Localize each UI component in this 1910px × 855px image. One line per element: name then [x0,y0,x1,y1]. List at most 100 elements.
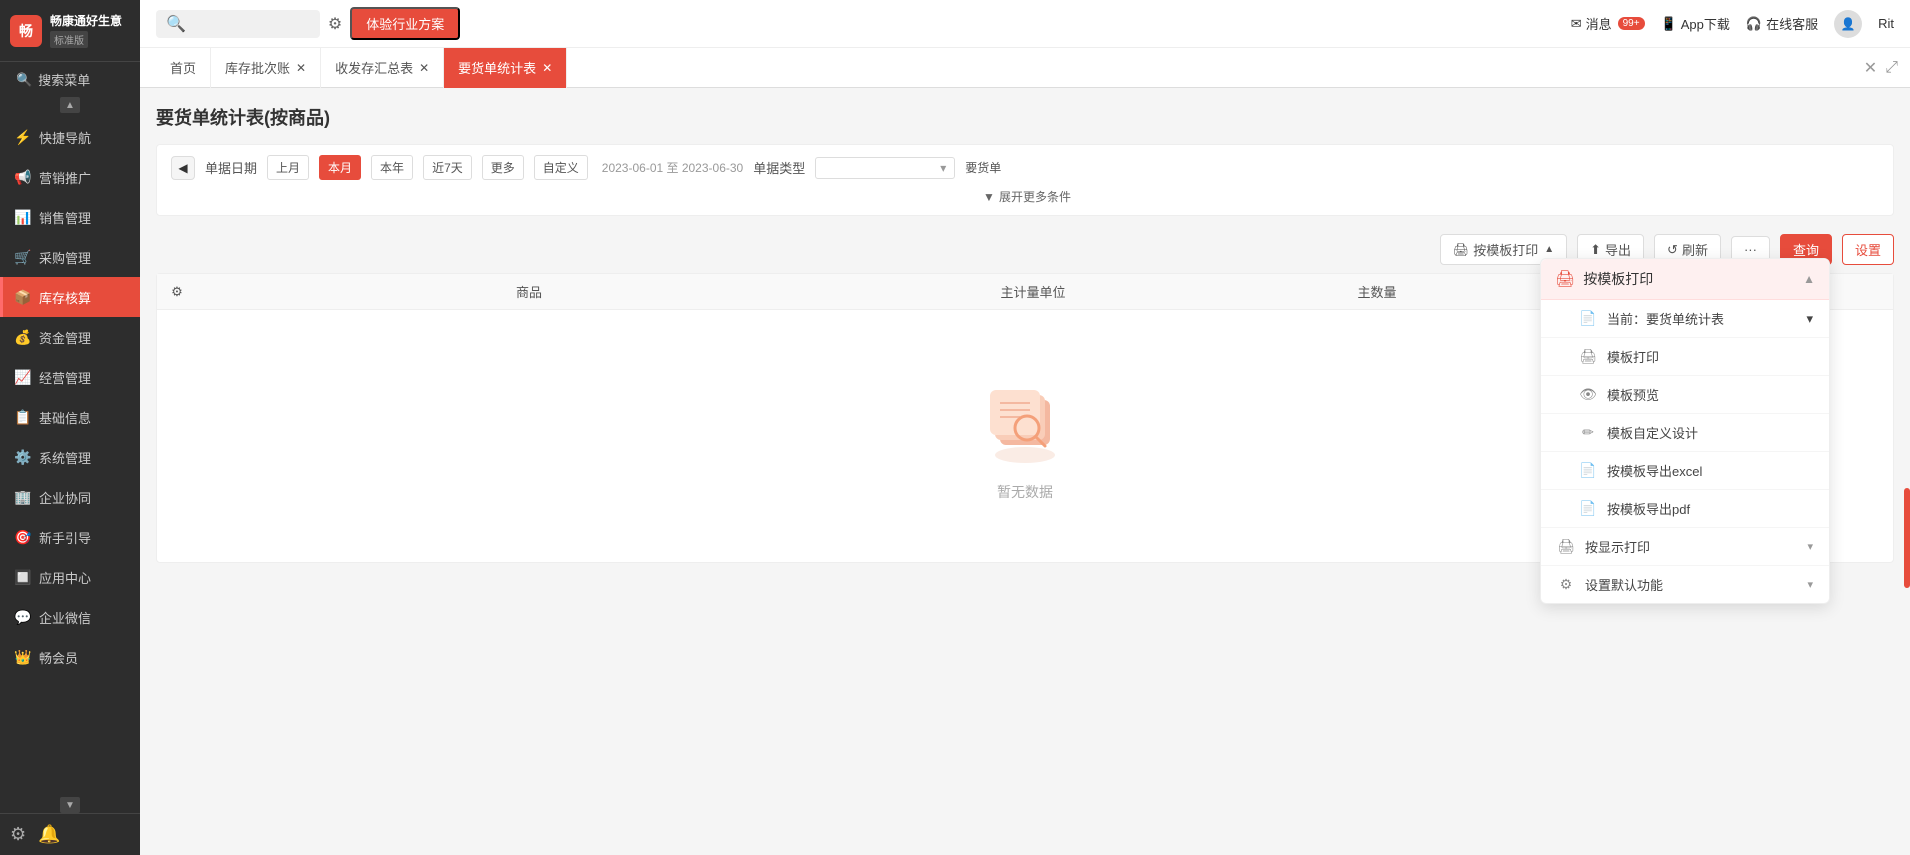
main-area: 🔍 ⚙ 体验行业方案 ✉ 消息 99+ 📱 App下载 🎧 在线客服 👤 Rit [140,0,1910,855]
dropdown-collapse-icon[interactable]: ▲ [1803,272,1815,286]
sidebar-logo-icon: 畅 [10,15,42,47]
filter-expand-more[interactable]: ▼ 展开更多条件 [171,188,1879,205]
sidebar-item-wechat[interactable]: 💬 企业微信 [0,597,140,637]
tab-receipt-summary-close[interactable]: ✕ [419,61,429,75]
date-btn-this-month[interactable]: 本月 [319,155,361,180]
dropdown-current-template[interactable]: 📄 当前：要货单统计表 ▾ [1541,300,1829,338]
tab-maximize-icon[interactable]: ⤢ [1885,59,1898,77]
trial-button[interactable]: 体验行业方案 [350,7,460,40]
sidebar-item-newbie[interactable]: 🎯 新手引导 [0,517,140,557]
tab-order-summary-close[interactable]: ✕ [542,61,552,75]
sidebar-item-operations[interactable]: 📈 经营管理 [0,357,140,397]
sidebar-item-app-center[interactable]: 🔲 应用中心 [0,557,140,597]
topbar-search-input[interactable] [190,16,310,31]
user-name: Rit [1878,16,1894,31]
search-icon: 🔍 [16,72,32,88]
tab-home[interactable]: 首页 [156,48,211,88]
sidebar-item-purchase[interactable]: 🛒 采购管理 [0,237,140,277]
settings-footer-icon[interactable]: ⚙ [10,824,26,845]
dropdown-header-title: 按模板打印 [1583,269,1803,289]
topbar-gear-icon[interactable]: ⚙ [328,14,342,34]
tab-batch-accounts[interactable]: 库存批次账 ✕ [211,48,321,88]
sidebar-item-inventory[interactable]: 📦 库存核算 [0,277,140,317]
quick-nav-icon: ⚡ [13,127,33,147]
topbar-right: ✉ 消息 99+ 📱 App下载 🎧 在线客服 👤 Rit [1571,10,1894,38]
message-badge: 99+ [1618,17,1645,30]
print-dropdown-overlay: 🖨 按模板打印 ▲ 📄 当前：要货单统计表 ▾ 🖨 模板打印 👁 模板预览 [1540,258,1830,604]
sidebar-scroll-up[interactable]: ▲ [60,97,80,113]
topbar: 🔍 ⚙ 体验行业方案 ✉ 消息 99+ 📱 App下载 🎧 在线客服 👤 Rit [140,0,1910,48]
sidebar-item-sales[interactable]: 📊 销售管理 [0,197,140,237]
sidebar-search-menu[interactable]: 🔍 搜索菜单 [0,62,140,97]
sidebar-item-enterprise[interactable]: 🏢 企业协同 [0,477,140,517]
operations-icon: 📈 [13,367,33,387]
marketing-icon: 📢 [13,167,33,187]
sidebar-logo-text: 畅康通好生意 标准版 [50,12,122,49]
settings-btn[interactable]: 设置 [1842,234,1894,265]
date-btn-7days[interactable]: 近7天 [423,155,472,180]
col-quantity: 主数量 [1205,282,1549,301]
system-icon: ⚙️ [13,447,33,467]
app-download-btn[interactable]: 📱 App下载 [1661,14,1730,33]
dropdown-display-print[interactable]: 🖨 按显示打印 ▾ [1541,528,1829,566]
sidebar-item-system[interactable]: ⚙️ 系统管理 [0,437,140,477]
message-btn[interactable]: ✉ 消息 99+ [1571,14,1645,33]
member-icon: 👑 [13,647,33,667]
app-center-icon: 🔲 [13,567,33,587]
bill-type-dropdown-icon: ▾ [940,161,946,175]
online-service-icon: 🎧 [1746,16,1762,32]
date-btn-last-month[interactable]: 上月 [267,155,309,180]
bill-type-select[interactable]: ▾ [815,157,955,179]
sound-footer-icon[interactable]: 🔔 [38,824,60,845]
tab-order-summary[interactable]: 要货单统计表 ✕ [444,48,567,88]
tab-receipt-summary[interactable]: 收发存汇总表 ✕ [321,48,444,88]
sidebar-item-marketing[interactable]: 📢 营销推广 [0,157,140,197]
dropdown-template-custom[interactable]: ✏ 模板自定义设计 [1541,414,1829,452]
dropdown-default-function[interactable]: ⚙ 设置默认功能 ▾ [1541,566,1829,603]
sidebar: 畅 畅康通好生意 标准版 🔍 搜索菜单 ▲ ⚡ 快捷导航 📢 营销推广 📊 销售… [0,0,140,855]
date-btn-this-year[interactable]: 本年 [371,155,413,180]
col-settings[interactable]: ⚙ [157,284,197,300]
dropdown-template-preview[interactable]: 👁 模板预览 [1541,376,1829,414]
date-btn-more[interactable]: 更多 [482,155,524,180]
sidebar-nav: ⚡ 快捷导航 📢 营销推广 📊 销售管理 🛒 采购管理 📦 库存核算 💰 资金管… [0,117,140,797]
tab-batch-accounts-close[interactable]: ✕ [296,61,306,75]
online-service-btn[interactable]: 🎧 在线客服 [1746,14,1818,33]
purchase-icon: 🛒 [13,247,33,267]
inventory-icon: 📦 [13,287,33,307]
message-icon: ✉ [1571,16,1582,32]
sidebar-item-finance[interactable]: 💰 资金管理 [0,317,140,357]
date-range-text: 2023-06-01 至 2023-06-30 [602,159,743,176]
default-function-arrow-icon: ▾ [1807,578,1813,591]
display-print-icon: 🖨 [1557,538,1575,555]
sidebar-footer: ⚙ 🔔 [0,813,140,855]
page-title: 要货单统计表(按商品) [156,104,1894,130]
refresh-icon: ↺ [1667,242,1678,258]
sidebar-item-basic[interactable]: 📋 基础信息 [0,397,140,437]
filter-row: ◀ 单据日期 上月 本月 本年 近7天 更多 自定义 2023-06-01 至 … [171,155,1879,180]
sidebar-logo: 畅 畅康通好生意 标准版 [0,0,140,62]
dropdown-export-pdf[interactable]: 📄 按模板导出pdf [1541,490,1829,528]
col-unit: 主计量单位 [861,282,1205,301]
sidebar-item-quick-nav[interactable]: ⚡ 快捷导航 [0,117,140,157]
tag-label: 要货单 [965,159,1001,176]
right-scrollbar[interactable] [1904,488,1910,588]
newbie-icon: 🎯 [13,527,33,547]
topbar-search-box[interactable]: 🔍 [156,10,320,38]
display-print-arrow-icon: ▾ [1807,540,1813,553]
tab-close-window-icon[interactable]: ✕ [1864,58,1877,78]
dropdown-export-excel[interactable]: 📄 按模板导出excel [1541,452,1829,490]
empty-icon [975,370,1075,470]
sidebar-scroll-down[interactable]: ▼ [60,797,80,813]
content-area: 要货单统计表(按商品) ◀ 单据日期 上月 本月 本年 近7天 更多 自定义 2… [140,88,1910,855]
filter-expand-toggle[interactable]: ◀ [171,156,195,180]
date-filter-label: 单据日期 [205,158,257,177]
dropdown-header: 🖨 按模板打印 ▲ [1541,259,1829,300]
default-function-icon: ⚙ [1557,576,1575,593]
current-template-icon: 📄 [1579,310,1597,327]
date-btn-custom[interactable]: 自定义 [534,155,588,180]
sidebar-item-member[interactable]: 👑 畅会员 [0,637,140,677]
dropdown-template-print[interactable]: 🖨 模板打印 [1541,338,1829,376]
bill-type-label: 单据类型 [753,158,805,177]
wechat-icon: 💬 [13,607,33,627]
